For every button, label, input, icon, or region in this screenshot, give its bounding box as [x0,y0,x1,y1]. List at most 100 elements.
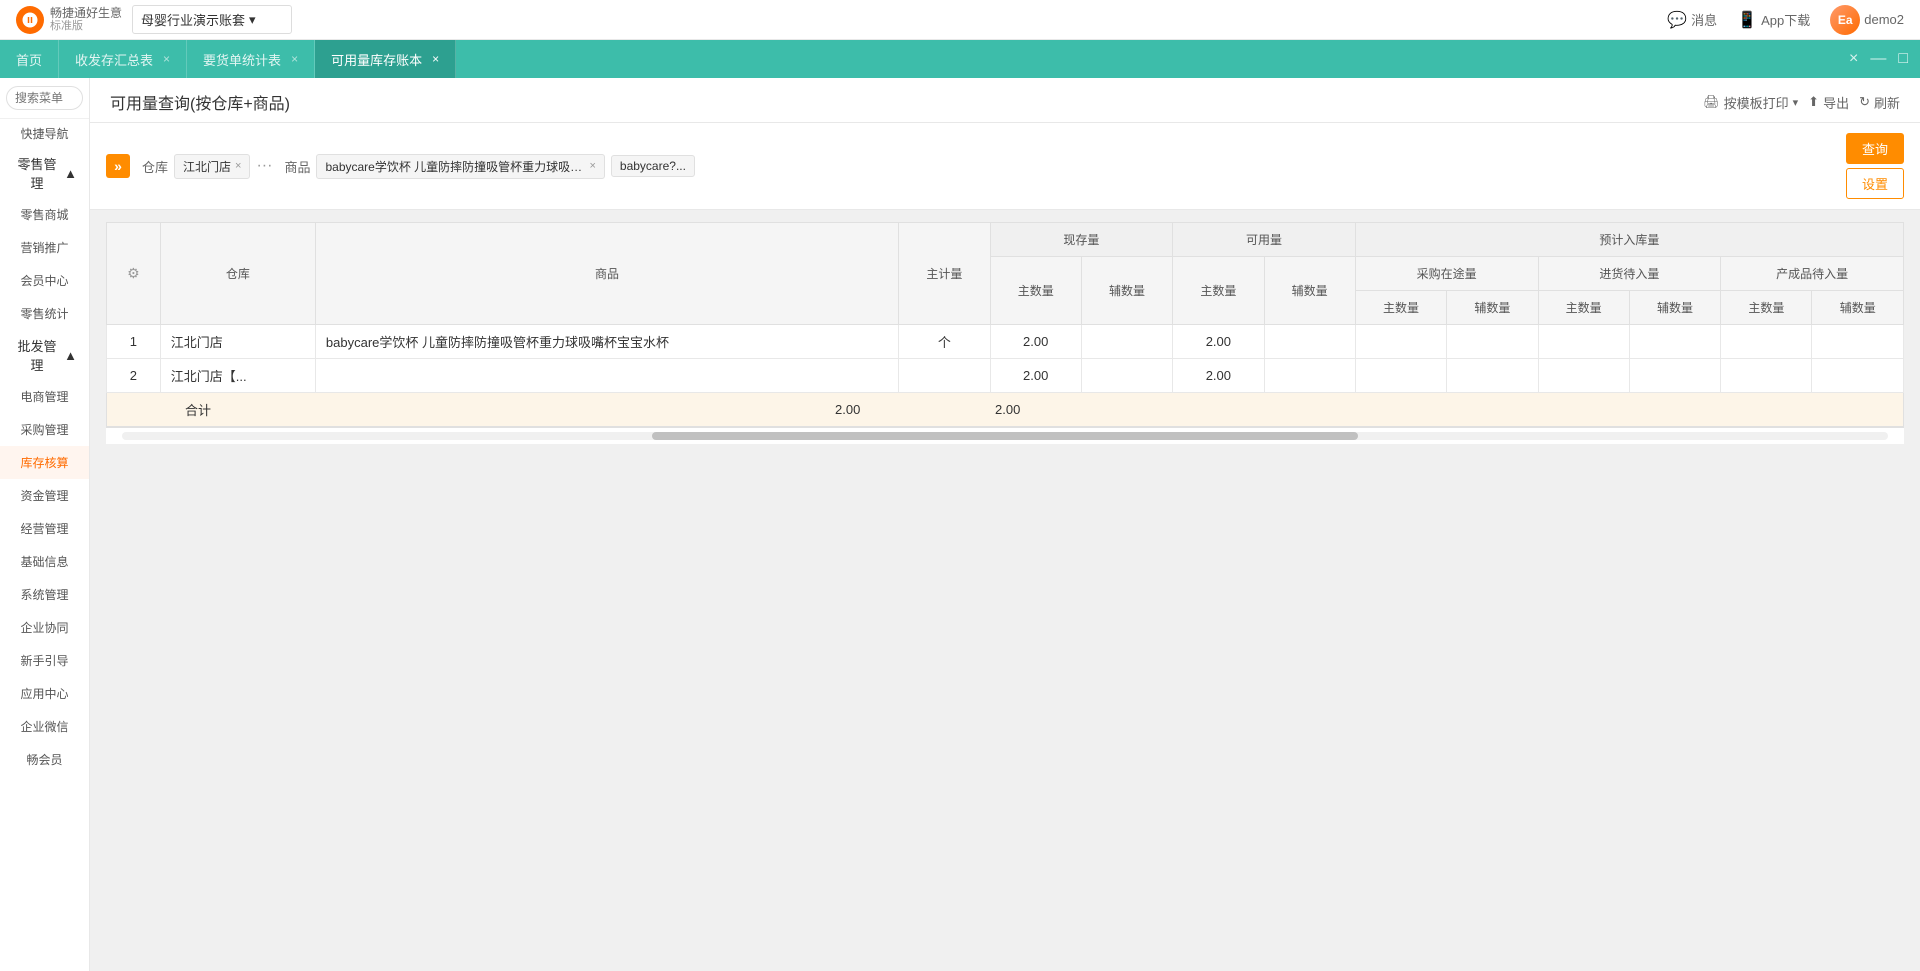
close-window-btn[interactable]: × [1845,50,1862,68]
top-bar-right: 💬 消息 📱 App下载 Ea demo2 [1667,5,1904,35]
filter-area: » 仓库 江北门店 × ··· 商品 babycare学饮杯 儿童防摔防撞吸管杯… [90,123,1920,210]
sidebar-item-enterprise-wx[interactable]: 企业微信 [0,710,89,743]
close-tab-receive[interactable]: × [163,52,170,66]
sidebar-search-area [0,78,89,119]
sidebar-label-purchase: 采购管理 [20,421,68,438]
query-button[interactable]: 查询 [1846,133,1904,164]
avatar: Ea [1830,5,1860,35]
sidebar-item-member[interactable]: 会员中心 [0,264,89,297]
th-purchase-sub: 采购在途量 [1355,257,1538,291]
sidebar-item-ecommerce[interactable]: 电商管理 [0,380,89,413]
th-available-group: 可用量 [1173,223,1356,257]
th-available-aux: 辅数量 [1264,257,1355,325]
logo-line2: 标准版 [50,20,122,33]
sidebar-item-operation[interactable]: 经营管理 [0,512,89,545]
scroll-track[interactable] [122,432,1888,440]
download-icon: 📱 [1737,10,1757,30]
cell-stock-main-1: 2.00 [990,325,1081,359]
sidebar-item-zero-mall[interactable]: 零售商城 [0,198,89,231]
tab-available[interactable]: 可用量库存账本 × [315,40,456,78]
data-table: ⚙ 仓库 商品 主计量 现存量 可用量 预计入库量 主数量 辅数量 主数量 辅数… [106,222,1904,393]
sidebar-label-basic: 基础信息 [20,553,68,570]
product-value1: babycare学饮杯 儿童防摔防撞吸管杯重力球吸嘴杯宝宝水杯 [325,158,585,175]
sidebar-item-marketing[interactable]: 营销推广 [0,231,89,264]
industry-select[interactable]: 母婴行业演示账套 ▾ [132,5,292,34]
print-label: 按模板打印 [1724,93,1789,112]
print-icon: 🖨 [1703,94,1720,110]
cell-in-aux-2 [1629,359,1720,393]
tab-home[interactable]: 首页 [0,40,59,78]
settings-button[interactable]: 设置 [1846,168,1904,199]
sidebar-item-inventory[interactable]: 库存核算 [0,446,89,479]
tab-order[interactable]: 要货单统计表 × [187,40,315,78]
main-layout: 快捷导航 零售管理 ▲ 零售商城 营销推广 会员中心 零售统计 批发管理 ▲ 电… [0,78,1920,971]
message-btn[interactable]: 💬 消息 [1667,10,1717,30]
print-btn[interactable]: 🖨 按模板打印 ▾ [1703,93,1798,112]
sidebar-label-marketing: 营销推广 [20,239,68,256]
maximize-btn[interactable]: □ [1894,50,1912,68]
sidebar-item-quick-nav[interactable]: 快捷导航 [0,119,89,148]
logo-line1: 畅捷通好生意 [50,6,122,20]
th-purchase-main: 主数量 [1355,291,1446,325]
sidebar-item-system[interactable]: 系统管理 [0,578,89,611]
minimize-btn[interactable]: — [1866,50,1890,68]
refresh-icon: ↻ [1859,94,1870,110]
product-tag-1[interactable]: babycare学饮杯 儿童防摔防撞吸管杯重力球吸嘴杯宝宝水杯 × [316,154,604,179]
table-container: ⚙ 仓库 商品 主计量 现存量 可用量 预计入库量 主数量 辅数量 主数量 辅数… [90,210,1920,456]
search-input[interactable] [6,86,83,110]
cell-stock-main-2: 2.00 [990,359,1081,393]
footer-stock-main: 2.00 [808,402,888,417]
th-production-main: 主数量 [1721,291,1812,325]
th-product: 商品 [315,223,898,325]
product-filter: 商品 babycare学饮杯 儿童防摔防撞吸管杯重力球吸嘴杯宝宝水杯 × bab… [284,154,695,179]
sidebar-label-inventory: 库存核算 [20,454,68,471]
logo-area: 畅捷通好生意 标准版 [16,6,122,34]
chevron-icon-batch: ▲ [64,348,77,363]
sidebar-label-ecommerce: 电商管理 [20,388,68,405]
product-tag-2[interactable]: babycare?... [611,155,695,177]
sidebar-item-enterprise[interactable]: 企业协同 [0,611,89,644]
th-available-main: 主数量 [1173,257,1264,325]
sidebar-label-newguide: 新手引导 [20,652,68,669]
sidebar-item-newguide[interactable]: 新手引导 [0,644,89,677]
logo-text: 畅捷通好生意 标准版 [50,6,122,34]
sidebar-label-appcenter: 应用中心 [20,685,68,702]
cell-avail-main-2: 2.00 [1173,359,1264,393]
cell-avail-main-1: 2.00 [1173,325,1264,359]
sidebar-label-enterprise-wx: 企业微信 [20,718,68,735]
user-area[interactable]: Ea demo2 [1830,5,1904,35]
sidebar-item-zero-stat[interactable]: 零售统计 [0,297,89,330]
sidebar-item-batch[interactable]: 批发管理 ▲ [0,330,89,380]
refresh-btn[interactable]: ↻ 刷新 [1859,93,1900,112]
warehouse-filter: 仓库 江北门店 × ··· [142,154,272,179]
sidebar-label-member2: 畅会员 [26,751,62,768]
col-settings-icon[interactable]: ⚙ [127,265,140,281]
product-value2: babycare?... [620,159,686,173]
remove-warehouse-btn[interactable]: × [235,160,241,172]
sidebar-item-basic[interactable]: 基础信息 [0,545,89,578]
sidebar-item-appcenter[interactable]: 应用中心 [0,677,89,710]
filter-expand-btn[interactable]: » [106,154,130,178]
top-bar: 畅捷通好生意 标准版 母婴行业演示账套 ▾ 💬 消息 📱 App下载 Ea de… [0,0,1920,40]
download-btn[interactable]: 📱 App下载 [1737,10,1810,30]
cell-prod-main-1 [1721,325,1812,359]
top-bar-left: 畅捷通好生意 标准版 母婴行业演示账套 ▾ [16,5,292,34]
sidebar-label-enterprise: 企业协同 [20,619,68,636]
close-tab-available[interactable]: × [432,52,439,66]
sidebar-item-zero-sales[interactable]: 零售管理 ▲ [0,148,89,198]
warehouse-tag[interactable]: 江北门店 × [174,154,250,179]
warehouse-more[interactable]: ··· [256,157,272,175]
scroll-thumb[interactable] [652,432,1358,440]
export-btn[interactable]: ⬆ 导出 [1808,93,1849,112]
sidebar-item-finance[interactable]: 资金管理 [0,479,89,512]
sidebar-item-purchase[interactable]: 采购管理 [0,413,89,446]
th-settings[interactable]: ⚙ [107,223,161,325]
export-label: 导出 [1823,93,1849,112]
cell-pur-aux-2 [1447,359,1538,393]
cell-in-aux-1 [1629,325,1720,359]
sidebar-item-member2[interactable]: 畅会员 [0,743,89,776]
tab-receive[interactable]: 收发存汇总表 × [59,40,187,78]
remove-product1-btn[interactable]: × [589,160,595,172]
close-tab-order[interactable]: × [291,52,298,66]
filter-action-btns: 查询 设置 [1846,133,1904,199]
